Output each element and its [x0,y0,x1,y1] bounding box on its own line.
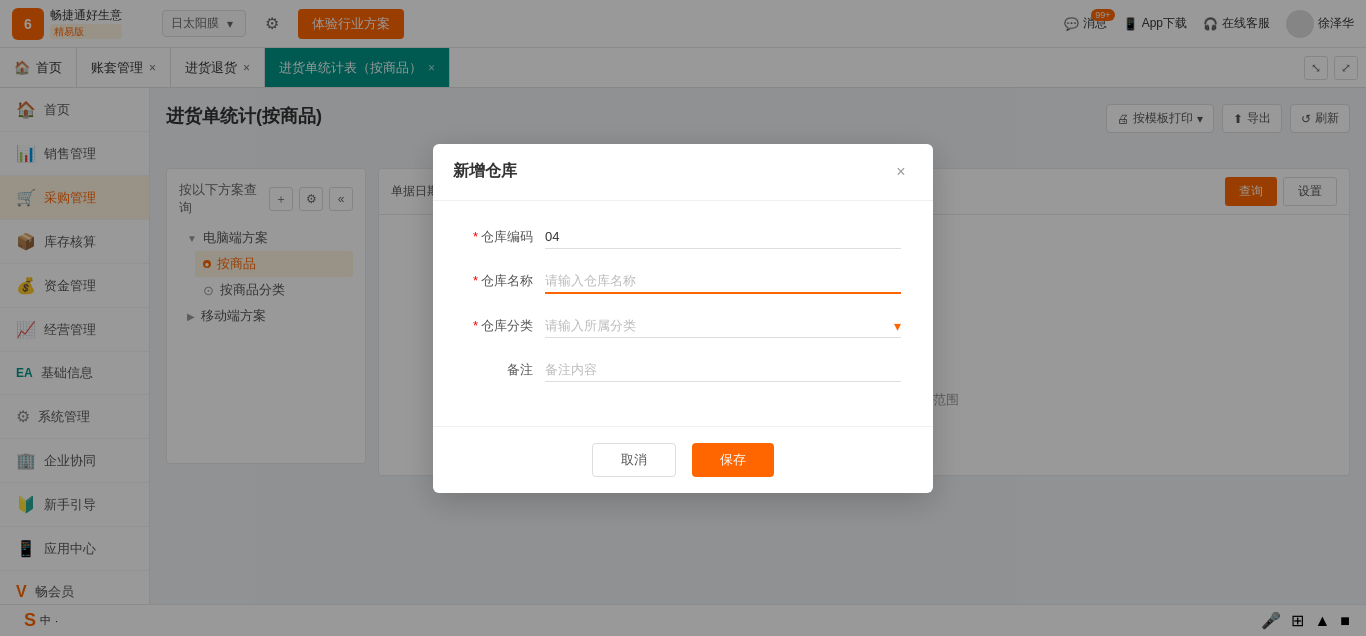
note-label: 备注 [465,361,545,379]
note-input[interactable] [545,358,901,382]
form-row-code: 仓库编码 [465,225,901,249]
code-input[interactable] [545,225,901,249]
category-select-wrap: 请输入所属分类 ▾ [545,314,901,338]
form-row-note: 备注 [465,358,901,382]
name-input[interactable] [545,269,901,294]
category-select[interactable]: 请输入所属分类 [545,314,901,338]
code-label: 仓库编码 [465,228,545,246]
modal-title: 新增仓库 [453,161,517,182]
save-button[interactable]: 保存 [692,443,774,477]
add-warehouse-modal: 新增仓库 × 仓库编码 仓库名称 仓库分类 请输入所属分类 [433,144,933,493]
name-label: 仓库名称 [465,272,545,290]
form-row-name: 仓库名称 [465,269,901,294]
modal-body: 仓库编码 仓库名称 仓库分类 请输入所属分类 ▾ 备注 [433,201,933,426]
modal-close-button[interactable]: × [889,160,913,184]
modal-header: 新增仓库 × [433,144,933,201]
category-label: 仓库分类 [465,317,545,335]
modal-overlay: 新增仓库 × 仓库编码 仓库名称 仓库分类 请输入所属分类 [0,0,1366,636]
form-row-category: 仓库分类 请输入所属分类 ▾ [465,314,901,338]
modal-footer: 取消 保存 [433,426,933,493]
category-chevron-icon: ▾ [894,318,901,334]
cancel-button[interactable]: 取消 [592,443,676,477]
